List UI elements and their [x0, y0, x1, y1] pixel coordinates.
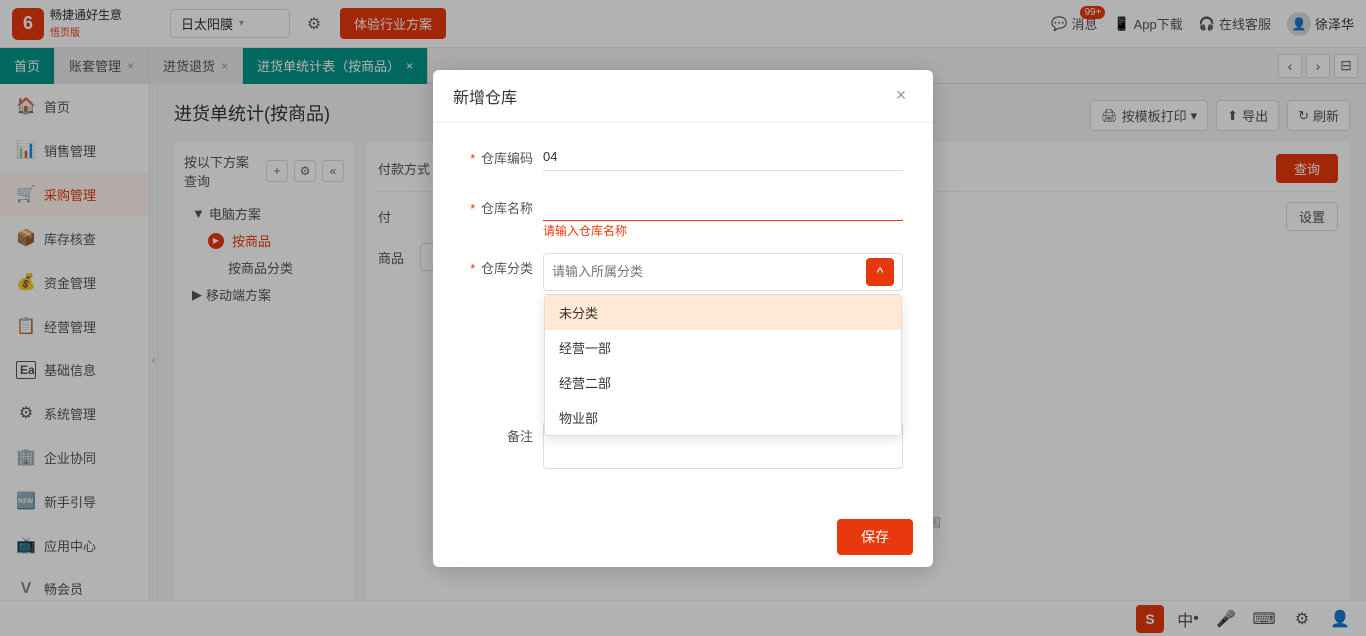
name-input-container: 请输入仓库名称	[543, 193, 903, 221]
name-input[interactable]	[543, 193, 903, 221]
name-error-message: 请输入仓库名称	[543, 222, 627, 239]
category-label: * 仓库分类	[463, 253, 543, 285]
code-input[interactable]	[543, 143, 903, 171]
name-form-row: * 仓库名称 请输入仓库名称	[463, 193, 903, 225]
category-dropdown: 未分类 经营一部 经营二部 物业部	[544, 294, 902, 436]
notes-label: 备注	[463, 421, 543, 453]
dropdown-item-none[interactable]: 未分类	[545, 295, 901, 330]
name-label: * 仓库名称	[463, 193, 543, 225]
modal-header: 新增仓库 ×	[433, 70, 933, 123]
dropdown-item-dept2[interactable]: 经营二部	[545, 365, 901, 400]
modal-close-button[interactable]: ×	[889, 84, 913, 108]
modal-footer: 保存	[433, 507, 933, 567]
code-label: * 仓库编码	[463, 143, 543, 175]
dropdown-item-property[interactable]: 物业部	[545, 400, 901, 435]
category-input[interactable]	[552, 264, 866, 279]
code-form-row: * 仓库编码	[463, 143, 903, 175]
modal-body: * 仓库编码 * 仓库名称 请输入仓库名称 *	[433, 123, 933, 507]
modal-title: 新增仓库	[453, 84, 517, 108]
save-button[interactable]: 保存	[837, 519, 913, 555]
category-input-wrapper: ^ 未分类 经营一部 经营二部 物业部	[543, 253, 903, 291]
category-form-row: * 仓库分类 ^ 未分类 经营一部 经营二部 物业部	[463, 253, 903, 291]
modal-new-warehouse: 新增仓库 × * 仓库编码 * 仓库名称 请输入仓库名称	[433, 70, 933, 567]
dropdown-item-dept1[interactable]: 经营一部	[545, 330, 901, 365]
modal-overlay[interactable]: 新增仓库 × * 仓库编码 * 仓库名称 请输入仓库名称	[0, 0, 1366, 636]
category-toggle-button[interactable]: ^	[866, 258, 894, 286]
